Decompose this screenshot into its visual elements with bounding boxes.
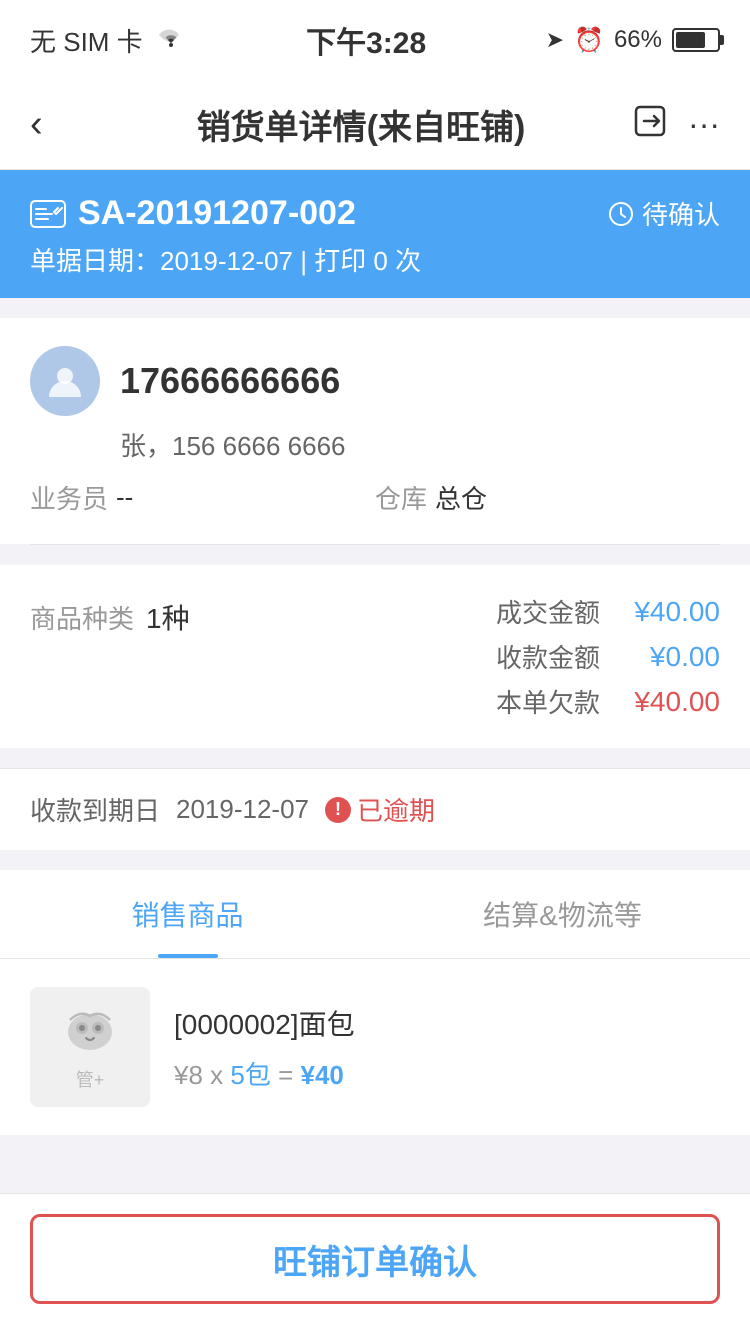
amount-value-0: ¥40.00	[620, 596, 720, 628]
product-info: [0000002]面包 ¥8 x 5包 = ¥40	[174, 1003, 720, 1092]
product-item: 管+ [0000002]面包 ¥8 x 5包 = ¥40	[0, 959, 750, 1135]
product-name: [0000002]面包	[174, 1003, 720, 1043]
due-label: 收款到期日	[30, 791, 160, 828]
summary-section: 商品种类 1种 成交金额 ¥40.00 收款金额 ¥0.00 本单欠款 ¥40.…	[0, 565, 750, 748]
sales-value: --	[116, 482, 133, 513]
more-button[interactable]: ···	[688, 106, 720, 143]
tabs-section: 销售商品 结算&物流等	[0, 870, 750, 959]
product-equals: =	[271, 1060, 301, 1090]
back-button[interactable]: ‹	[30, 103, 90, 146]
divider-1	[30, 544, 720, 545]
order-date: 单据日期：2019-12-07 | 打印 0 次	[30, 241, 720, 278]
product-price: ¥8 x	[174, 1060, 230, 1090]
overdue-badge: ! 已逾期	[325, 791, 435, 828]
location-icon: ➤	[546, 27, 564, 53]
type-label: 商品种类	[30, 599, 134, 636]
product-total: ¥40	[300, 1060, 343, 1090]
tab-underline	[158, 954, 218, 958]
product-list: 管+ [0000002]面包 ¥8 x 5包 = ¥40	[0, 959, 750, 1135]
amount-label-0: 成交金额	[496, 593, 600, 630]
product-image: 管+	[30, 987, 150, 1107]
amount-label-1: 收款金额	[496, 638, 600, 675]
order-banner: SA-20191207-002 待确认 单据日期：2019-12-07 | 打印…	[0, 170, 750, 298]
alarm-icon: ⏰	[574, 26, 604, 55]
product-qty: 5包	[230, 1060, 270, 1090]
due-section: 收款到期日 2019-12-07 ! 已逾期	[0, 768, 750, 850]
overdue-icon: !	[325, 797, 351, 823]
tab-sales-products[interactable]: 销售商品	[0, 870, 375, 958]
battery-text: 66%	[614, 26, 662, 54]
status-bar-time: 下午3:28	[306, 18, 426, 62]
page-title: 销货单详情(来自旺铺)	[197, 100, 526, 149]
share-button[interactable]	[632, 103, 668, 147]
owl-icon	[60, 1002, 120, 1062]
customer-phone: 17666666666	[120, 360, 340, 402]
sales-label: 业务员	[30, 479, 108, 516]
carrier-text: 无 SIM 卡	[30, 22, 143, 59]
due-date: 2019-12-07	[176, 794, 309, 825]
nav-actions: ···	[632, 103, 720, 147]
amount-value-1: ¥0.00	[620, 641, 720, 673]
customer-section: 17666666666 张，156 6666 6666 业务员 -- 仓库 总仓	[0, 318, 750, 544]
type-value: 1种	[146, 597, 190, 637]
nav-bar: ‹ 销货单详情(来自旺铺) ···	[0, 80, 750, 170]
tab-settlement[interactable]: 结算&物流等	[375, 870, 750, 958]
amount-value-2: ¥40.00	[620, 686, 720, 718]
battery-icon	[672, 28, 720, 52]
amount-label-2: 本单欠款	[496, 683, 600, 720]
status-bar-right: ➤ ⏰ 66%	[546, 26, 720, 55]
order-id: SA-20191207-002	[30, 194, 356, 233]
confirm-button[interactable]: 旺铺订单确认	[30, 1214, 720, 1304]
warehouse-label: 仓库	[375, 479, 427, 516]
wifi-icon	[155, 25, 187, 56]
summary-amounts: 成交金额 ¥40.00 收款金额 ¥0.00 本单欠款 ¥40.00	[496, 593, 720, 720]
brand-label: 管+	[76, 1066, 105, 1092]
order-status: 待确认	[608, 195, 720, 232]
status-bar-left: 无 SIM 卡	[30, 22, 187, 59]
customer-meta: 业务员 -- 仓库 总仓	[30, 479, 720, 516]
status-bar: 无 SIM 卡 下午3:28 ➤ ⏰ 66%	[0, 0, 750, 80]
customer-avatar	[30, 346, 100, 416]
warehouse-value: 总仓	[435, 479, 487, 516]
product-price-row: ¥8 x 5包 = ¥40	[174, 1055, 720, 1092]
confirm-btn-bar: 旺铺订单确认	[0, 1193, 750, 1334]
customer-sub: 张，156 6666 6666	[120, 426, 720, 463]
overdue-text: 已逾期	[357, 791, 435, 828]
